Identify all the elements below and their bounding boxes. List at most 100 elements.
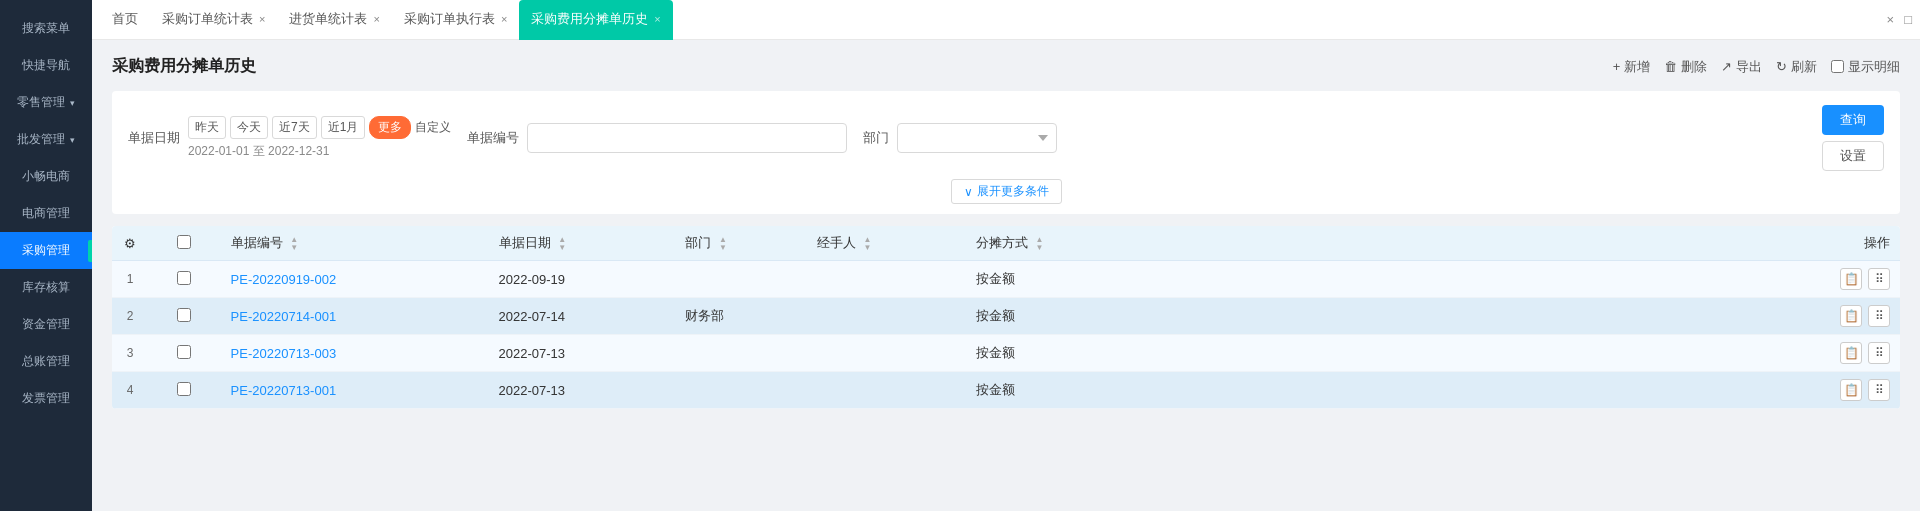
close-window-icon[interactable]: ×	[1887, 12, 1895, 27]
row-checkbox[interactable]	[177, 345, 191, 359]
sidebar-label: 零售管理 ▾	[4, 94, 88, 111]
yesterday-btn[interactable]: 昨天	[188, 116, 226, 139]
dept-search-field: 部门	[863, 123, 1057, 153]
doc-no-input[interactable]	[527, 123, 847, 153]
delete-icon: 🗑	[1664, 59, 1677, 74]
sidebar-label: 资金管理	[4, 316, 88, 333]
tab-purchase-cost-history[interactable]: 采购费用分摊单历史 ×	[519, 0, 672, 40]
row-doc-no: PE-20220919-002	[221, 261, 489, 298]
delete-button[interactable]: 🗑 删除	[1664, 58, 1707, 76]
row-checkbox-cell	[148, 335, 221, 372]
export-icon: ↗	[1721, 59, 1732, 74]
sidebar-item-invoice[interactable]: 发票管理	[0, 380, 92, 417]
row-actions-cell: 📋 ⠿	[1820, 261, 1900, 298]
row-action-buttons: 📋 ⠿	[1830, 268, 1890, 290]
tab-purchase-order-stats[interactable]: 采购订单统计表 ×	[150, 0, 277, 40]
doc-no-link[interactable]: PE-20220713-001	[231, 383, 337, 398]
query-button[interactable]: 查询	[1822, 105, 1884, 135]
gear-column-header[interactable]: ⚙	[112, 226, 148, 261]
sidebar-item-search[interactable]: 搜索菜单	[0, 10, 92, 47]
expand-conditions-btn[interactable]: ∨ 展开更多条件	[951, 179, 1062, 204]
row-split-method: 按金额	[966, 261, 1820, 298]
select-all-checkbox[interactable]	[177, 235, 191, 249]
export-label: 导出	[1736, 58, 1762, 76]
row-delete-icon[interactable]: ⠿	[1868, 342, 1890, 364]
tab-label: 采购费用分摊单历史	[531, 10, 648, 28]
tab-close-icon[interactable]: ×	[501, 13, 507, 25]
row-edit-icon[interactable]: 📋	[1840, 342, 1862, 364]
sidebar-item-ecommerce[interactable]: 电商管理	[0, 195, 92, 232]
row-checkbox-cell	[148, 298, 221, 335]
row-delete-icon[interactable]: ⠿	[1868, 305, 1890, 327]
sidebar-label: 快捷导航	[4, 57, 88, 74]
more-date-btn[interactable]: 更多	[369, 116, 411, 139]
tabs-bar: 首页采购订单统计表×进货单统计表×采购订单执行表×采购费用分摊单历史× × □	[92, 0, 1920, 40]
tab-close-icon[interactable]: ×	[373, 13, 379, 25]
chevron-down-icon: ∨	[964, 185, 973, 199]
today-btn[interactable]: 今天	[230, 116, 268, 139]
search-buttons: 查询 设置	[1822, 105, 1884, 171]
tab-purchase-order-exec[interactable]: 采购订单执行表×	[392, 0, 519, 40]
add-button[interactable]: + 新增	[1613, 58, 1650, 76]
month1-btn[interactable]: 近1月	[321, 116, 366, 139]
doc-date-column-header[interactable]: 单据日期 ▲▼	[489, 226, 676, 261]
sidebar-item-finance[interactable]: 资金管理	[0, 306, 92, 343]
refresh-icon: ↻	[1776, 59, 1787, 74]
sidebar-item-inventory[interactable]: 库存核算	[0, 269, 92, 306]
doc-no-link[interactable]: PE-20220713-003	[231, 346, 337, 361]
row-checkbox[interactable]	[177, 382, 191, 396]
table-row: 4 PE-20220713-001 2022-07-13 按金额 📋 ⠿	[112, 372, 1900, 409]
tab-close-icon[interactable]: ×	[259, 13, 265, 25]
tab-close-icon[interactable]: ×	[654, 13, 660, 25]
row-edit-icon[interactable]: 📋	[1840, 379, 1862, 401]
week7-btn[interactable]: 近7天	[272, 116, 317, 139]
refresh-button[interactable]: ↻ 刷新	[1776, 58, 1817, 76]
sidebar-item-ecommerce-small[interactable]: 小畅电商	[0, 158, 92, 195]
tab-inbound-stats[interactable]: 进货单统计表×	[277, 0, 391, 40]
settings-button[interactable]: 设置	[1822, 141, 1884, 171]
row-checkbox[interactable]	[177, 308, 191, 322]
sidebar-item-wholesale[interactable]: 批发管理 ▾	[0, 121, 92, 158]
data-table: ⚙ 单据编号 ▲▼ 单据日期 ▲▼ 部门	[112, 226, 1900, 409]
tab-label: 采购订单统计表	[162, 10, 253, 28]
sidebar-label: 总账管理	[4, 353, 88, 370]
row-doc-no: PE-20220713-003	[221, 335, 489, 372]
main-content: 首页采购订单统计表×进货单统计表×采购订单执行表×采购费用分摊单历史× × □ …	[92, 0, 1920, 511]
row-doc-date: 2022-07-13	[489, 372, 676, 409]
sidebar-label: 库存核算	[4, 279, 88, 296]
row-doc-date: 2022-09-19	[489, 261, 676, 298]
row-checkbox[interactable]	[177, 271, 191, 285]
row-number: 3	[112, 335, 148, 372]
sidebar-label: 搜索菜单	[4, 20, 88, 37]
dept-select[interactable]	[897, 123, 1057, 153]
handler-column-header[interactable]: 经手人 ▲▼	[807, 226, 966, 261]
row-handler	[807, 335, 966, 372]
custom-date-btn[interactable]: 自定义	[415, 119, 451, 136]
table-header-row: ⚙ 单据编号 ▲▼ 单据日期 ▲▼ 部门	[112, 226, 1900, 261]
sidebar: 搜索菜单快捷导航零售管理 ▾ 批发管理 ▾ 小畅电商电商管理采购管理库存核算资金管理…	[0, 0, 92, 511]
row-delete-icon[interactable]: ⠿	[1868, 268, 1890, 290]
table-head: ⚙ 单据编号 ▲▼ 单据日期 ▲▼ 部门	[112, 226, 1900, 261]
show-detail-input[interactable]	[1831, 60, 1844, 73]
sidebar-item-retail[interactable]: 零售管理 ▾	[0, 84, 92, 121]
tab-home[interactable]: 首页	[100, 0, 150, 40]
show-detail-checkbox[interactable]: 显示明细	[1831, 58, 1900, 76]
sidebar-item-purchase[interactable]: 采购管理	[0, 232, 92, 269]
sidebar-label: 小畅电商	[4, 168, 88, 185]
sidebar-label: 电商管理	[4, 205, 88, 222]
maximize-window-icon[interactable]: □	[1904, 12, 1912, 27]
sidebar-item-accounting[interactable]: 总账管理	[0, 343, 92, 380]
sidebar-item-shortcut[interactable]: 快捷导航	[0, 47, 92, 84]
doc-no-link[interactable]: PE-20220919-002	[231, 272, 337, 287]
split-method-column-header[interactable]: 分摊方式 ▲▼	[966, 226, 1820, 261]
export-button[interactable]: ↗ 导出	[1721, 58, 1762, 76]
dept-column-header[interactable]: 部门 ▲▼	[675, 226, 806, 261]
row-edit-icon[interactable]: 📋	[1840, 305, 1862, 327]
row-delete-icon[interactable]: ⠿	[1868, 379, 1890, 401]
expand-bar: ∨ 展开更多条件	[128, 179, 1884, 204]
doc-no-column-header[interactable]: 单据编号 ▲▼	[221, 226, 489, 261]
doc-no-link[interactable]: PE-20220714-001	[231, 309, 337, 324]
row-handler	[807, 261, 966, 298]
refresh-label: 刷新	[1791, 58, 1817, 76]
row-edit-icon[interactable]: 📋	[1840, 268, 1862, 290]
